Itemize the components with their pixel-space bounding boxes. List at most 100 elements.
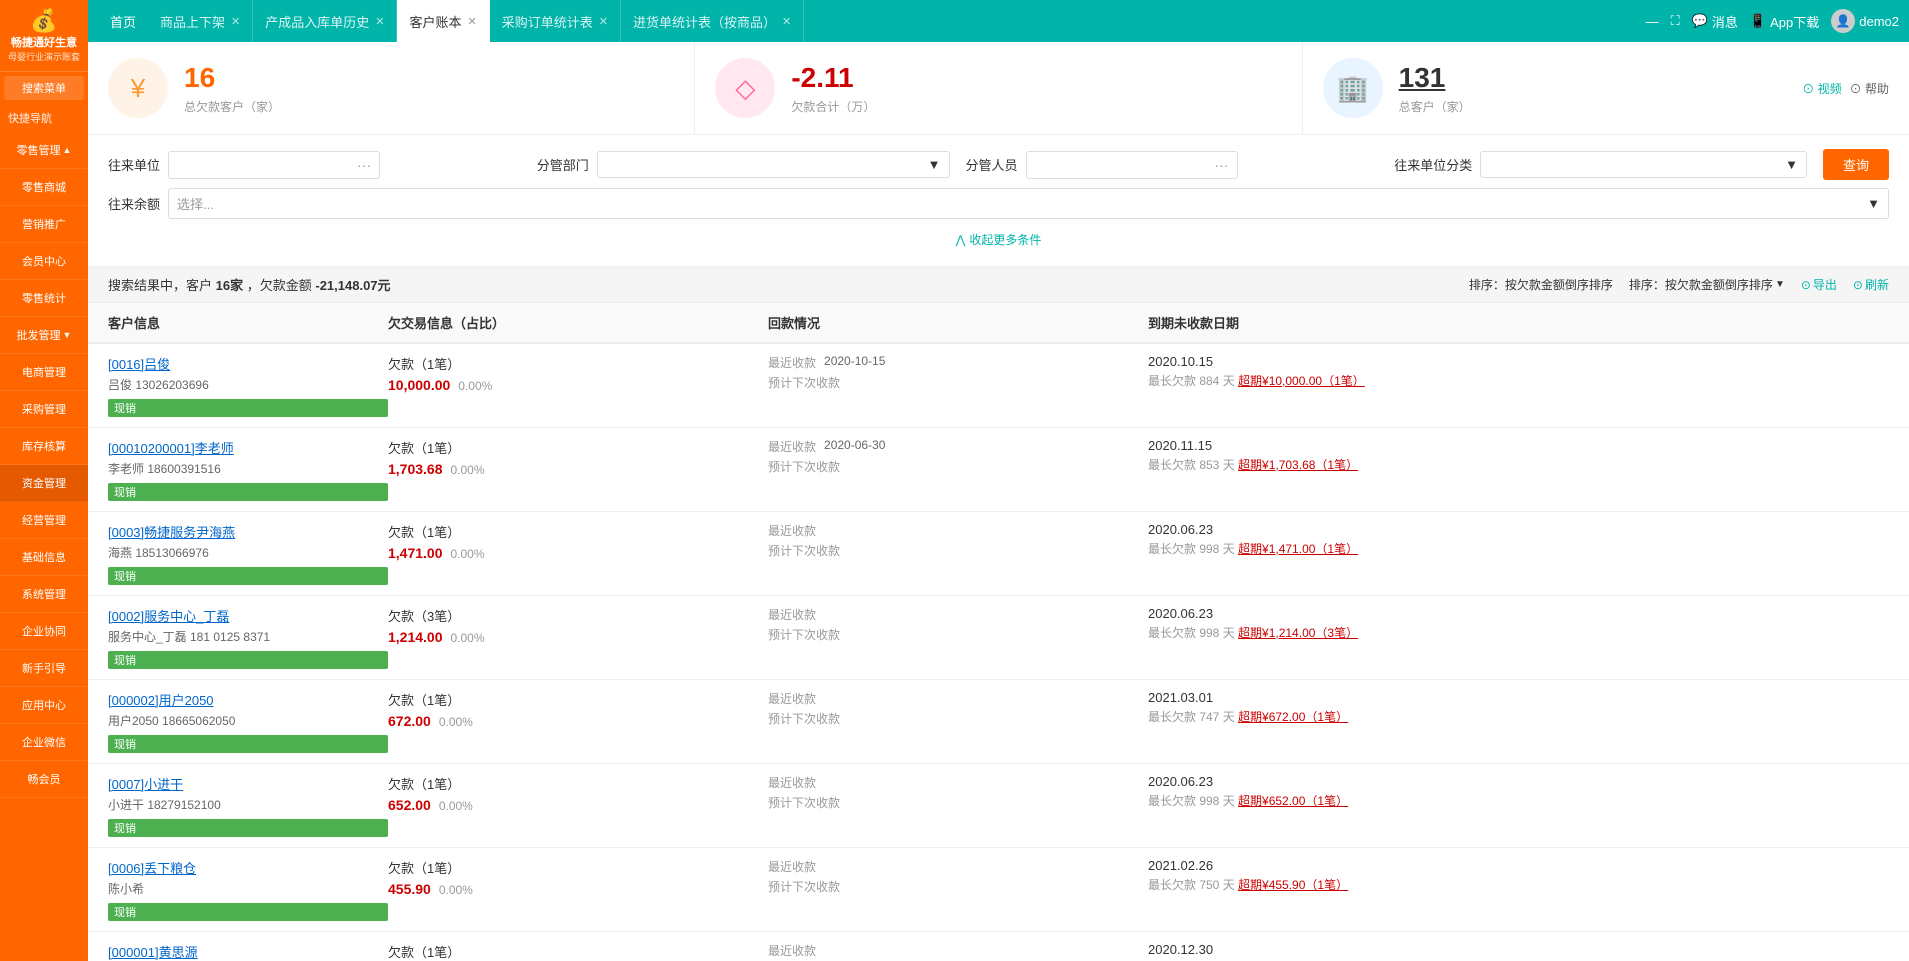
overdue-customers-value: 16 (184, 62, 280, 94)
tab-production-history[interactable]: 产成品入库单历史 ✕ (253, 0, 397, 42)
customer-name-link[interactable]: [0006]丢下粮仓 (108, 858, 388, 877)
customer-name-link[interactable]: [0003]畅捷服务尹海燕 (108, 522, 388, 541)
export-btn[interactable]: ⊙ 导出 (1801, 276, 1837, 293)
sidebar-item-marketing[interactable]: 营销推广 (0, 206, 88, 243)
person-text-input[interactable] (1035, 157, 1211, 172)
message-label: 消息 (1712, 12, 1738, 31)
collection-info-5: 最近收款 预计下次收款 (768, 774, 1148, 811)
tab-customer-account[interactable]: 客户账本 ✕ (397, 0, 489, 42)
tab-close-icon[interactable]: ✕ (231, 15, 240, 28)
sort-control[interactable]: 排序：按欠款金额倒序排序 ▼ (1629, 276, 1785, 293)
sidebar-item-finance[interactable]: 资金管理 (0, 465, 88, 502)
sidebar-item-basic-info[interactable]: 基础信息 (0, 539, 88, 576)
customer-name-link[interactable]: [00010200001]李老师 (108, 438, 388, 457)
source-unit-dots-icon[interactable]: ··· (357, 157, 371, 173)
sidebar-item-batch-mgmt[interactable]: 批发管理 ▼ (0, 317, 88, 354)
tab-close-icon[interactable]: ✕ (782, 15, 791, 28)
sidebar-item-enterprise[interactable]: 企业协同 (0, 613, 88, 650)
sidebar-item-retail-mall[interactable]: 零售商城 (0, 169, 88, 206)
overdue-link[interactable]: 超期¥672.00（1笔） (1238, 710, 1348, 724)
shortcut-nav-label: 快捷导航 (8, 110, 52, 126)
tab-instock-stats[interactable]: 进货单统计表（按商品） ✕ (621, 0, 804, 42)
sidebar-item-retail-mgmt[interactable]: 零售管理 ▲ (0, 132, 88, 169)
unit-type-label: 往来单位分类 (1394, 155, 1472, 174)
window-maximize-icon[interactable]: ⛶ (1671, 13, 1680, 29)
sidebar-item-retail-stats[interactable]: 零售统计 (0, 280, 88, 317)
dept-field: 分管部门 ▼ (537, 151, 950, 178)
search-button[interactable]: 查询 (1823, 149, 1889, 180)
sidebar-item-member-center[interactable]: 会员中心 (0, 243, 88, 280)
sidebar-item-ecommerce[interactable]: 电商管理 (0, 354, 88, 391)
last-collect-date: 2020-10-15 (824, 354, 885, 371)
tab-customer-account-label: 客户账本 (409, 12, 461, 31)
table-body: [0016]吕俊 吕俊 13026203696 现销 欠款（1笔） 10,000… (88, 344, 1909, 961)
customer-name-link[interactable]: [0007]小进干 (108, 774, 388, 793)
overdue-amount-info: -2.11 欠款合计（万） (791, 62, 875, 115)
tab-purchase-stats[interactable]: 采购订单统计表 ✕ (490, 0, 621, 42)
collapse-btn[interactable]: ⋀ 收起更多条件 (108, 227, 1889, 252)
collapse-label: 收起更多条件 (969, 231, 1041, 248)
video-btn[interactable]: ⊙ 视频 (1802, 80, 1841, 97)
message-btn[interactable]: 💬 消息 (1692, 12, 1738, 31)
source-unit-text-input[interactable] (177, 157, 353, 172)
sidebar-item-purchase-mgmt[interactable]: 采购管理 (0, 391, 88, 428)
debt-info-7: 欠款（1笔） 429.00 0.00% (388, 942, 768, 961)
app-download-btn[interactable]: 📱 App下载 (1750, 12, 1819, 31)
sidebar-item-new-guide[interactable]: 新手引导 (0, 650, 88, 687)
app-download-label: App下载 (1770, 12, 1819, 31)
balance-select[interactable]: 选择... ▼ (168, 188, 1889, 219)
customer-tag: 现销 (108, 819, 388, 837)
total-customers-label: 总客户（家） (1399, 98, 1471, 115)
overdue-customers-label: 总欠款客户（家） (184, 98, 280, 115)
refresh-btn[interactable]: ⊙ 刷新 (1853, 276, 1889, 293)
debt-info-4: 欠款（1笔） 672.00 0.00% (388, 690, 768, 729)
overdue-date: 2021.03.01 (1148, 690, 1889, 705)
user-avatar-btn[interactable]: 👤 demo2 (1831, 9, 1899, 33)
unit-type-select[interactable]: ▼ (1480, 151, 1807, 178)
customer-name-link[interactable]: [0016]吕俊 (108, 354, 388, 373)
source-unit-input[interactable]: ··· (168, 151, 380, 179)
search-menu[interactable]: 搜索菜单 (4, 76, 84, 100)
overdue-amount-value: -2.11 (791, 62, 875, 94)
sidebar-item-enterprise-wechat[interactable]: 企业微信 (0, 724, 88, 761)
person-dots-icon[interactable]: ··· (1215, 157, 1229, 173)
overdue-info-6: 2021.02.26 最长欠款 750 天 超期¥455.90（1笔） (1148, 858, 1889, 893)
overdue-link[interactable]: 超期¥652.00（1笔） (1238, 794, 1348, 808)
last-collect-label: 最近收款 (768, 942, 816, 959)
debt-amount: 10,000.00 (388, 377, 450, 393)
customer-name-link[interactable]: [000002]用户2050 (108, 690, 388, 709)
collection-info-6: 最近收款 预计下次收款 (768, 858, 1148, 895)
sidebar-item-smooth-member[interactable]: 畅会员 (0, 761, 88, 798)
dept-select[interactable]: ▼ (597, 151, 950, 178)
overdue-link[interactable]: 超期¥455.90（1笔） (1238, 878, 1348, 892)
sidebar-item-app-center[interactable]: 应用中心 (0, 687, 88, 724)
shortcut-nav[interactable]: 快捷导航 (0, 104, 88, 132)
tab-close-icon[interactable]: ✕ (375, 15, 384, 28)
collapse-arrow-icon: ⋀ (956, 233, 966, 247)
tab-product-listing[interactable]: 商品上下架 ✕ (148, 0, 253, 42)
window-minimize-icon[interactable]: — (1646, 14, 1659, 29)
overdue-link[interactable]: 超期¥10,000.00（1笔） (1238, 374, 1365, 388)
tab-production-history-label: 产成品入库单历史 (265, 12, 369, 31)
unit-type-arrow-icon: ▼ (1785, 157, 1798, 172)
help-btn[interactable]: ⊙ 帮助 (1850, 80, 1889, 97)
last-collect-label: 最近收款 (768, 438, 816, 455)
sidebar-item-system-mgmt[interactable]: 系统管理 (0, 576, 88, 613)
sort-select[interactable]: 排序：按欠款金额倒序排序 (1469, 276, 1613, 293)
overdue-link[interactable]: 超期¥1,471.00（1笔） (1238, 542, 1358, 556)
tab-instock-stats-label: 进货单统计表（按商品） (633, 12, 776, 31)
tab-home[interactable]: 首页 (98, 0, 148, 42)
tab-close-icon[interactable]: ✕ (468, 15, 477, 28)
sidebar-item-operations[interactable]: 经营管理 (0, 502, 88, 539)
overdue-link[interactable]: 超期¥1,214.00（3笔） (1238, 626, 1358, 640)
debt-ratio: 0.00% (439, 883, 473, 897)
overdue-days: 最长欠款 853 天 超期¥1,703.68（1笔） (1148, 456, 1889, 473)
sidebar-nav: 零售管理 ▲ 零售商城 营销推广 会员中心 零售统计 批发管理 ▼ 电商管理 采… (0, 132, 88, 961)
customer-name-link[interactable]: [0002]服务中心_丁磊 (108, 606, 388, 625)
person-input[interactable]: ··· (1026, 151, 1238, 179)
tab-close-icon[interactable]: ✕ (599, 15, 608, 28)
customer-name-link[interactable]: [000001]黄思源 (108, 942, 388, 961)
sidebar-item-inventory[interactable]: 库存核算 (0, 428, 88, 465)
customer-sub: 李老师 18600391516 (108, 460, 388, 477)
overdue-link[interactable]: 超期¥1,703.68（1笔） (1238, 458, 1358, 472)
